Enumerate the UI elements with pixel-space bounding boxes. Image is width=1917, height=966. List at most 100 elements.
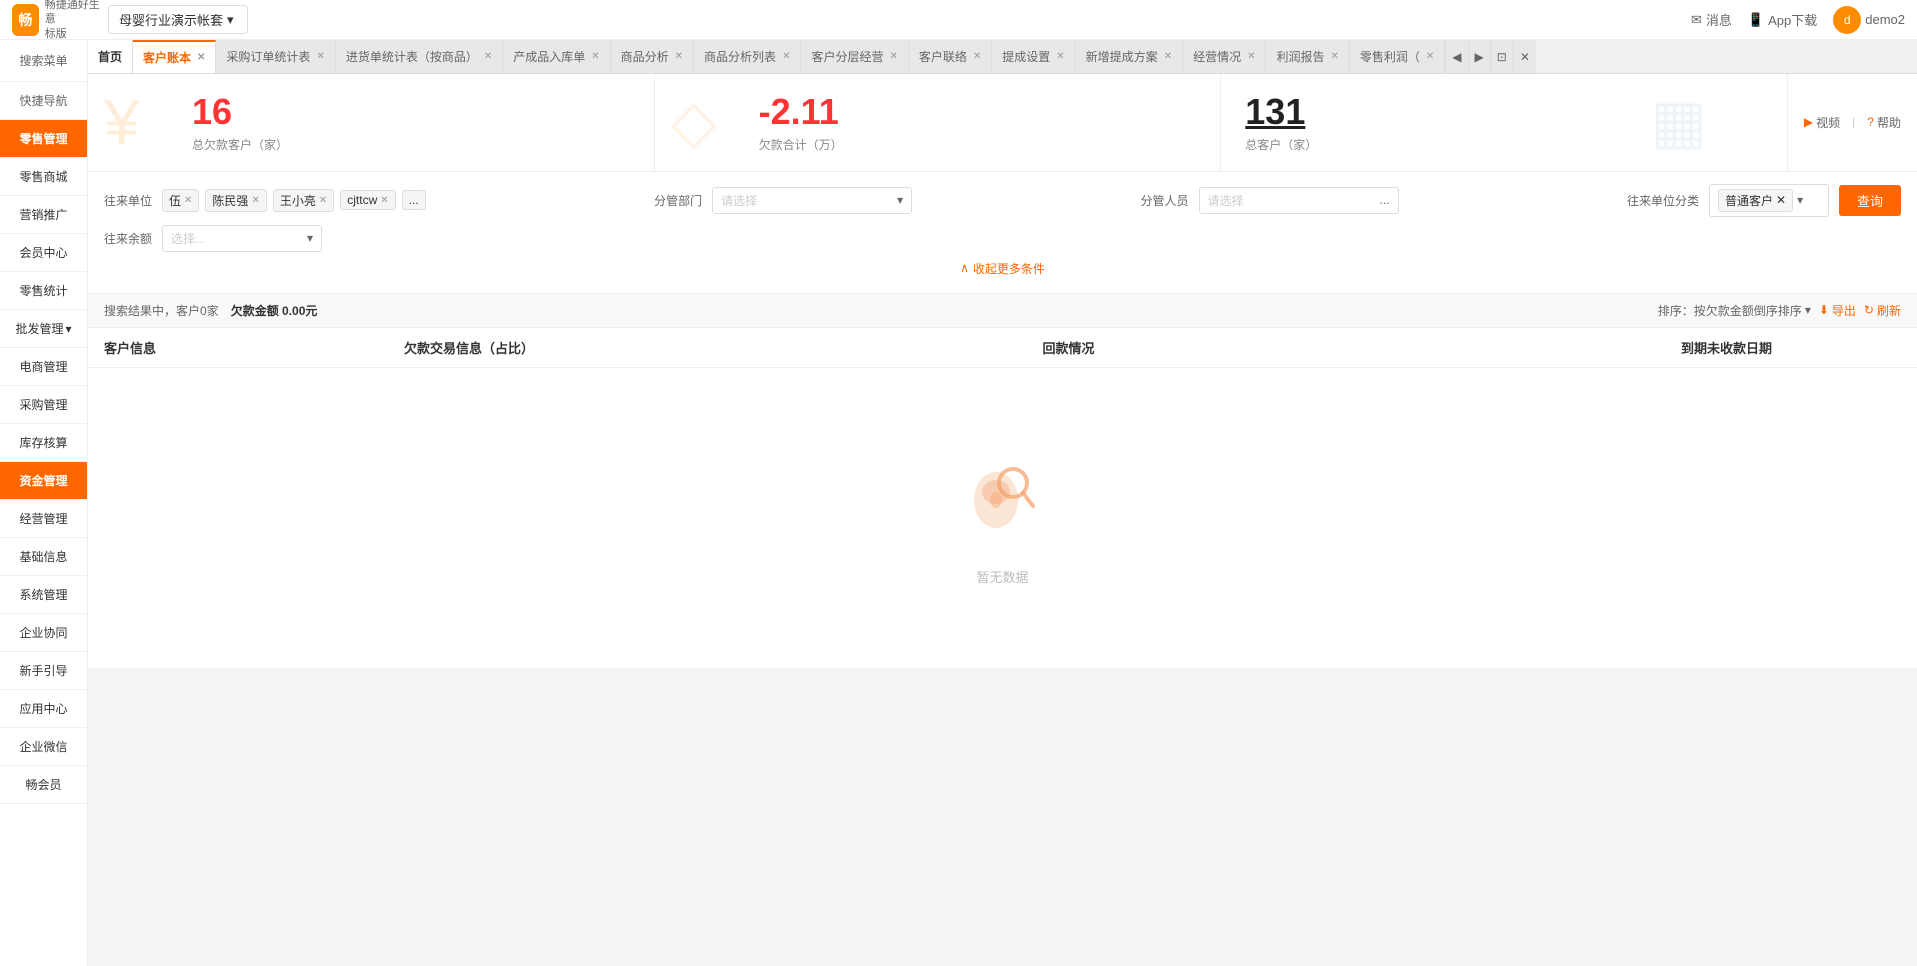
filter-dept-select[interactable]: 请选择 ▾ [712,187,912,214]
sidebar-item-system[interactable]: 系统管理 [0,576,87,614]
filter-tag-wu: 伍 ✕ [162,189,199,212]
remove-tag-cjttcw[interactable]: ✕ [380,195,388,206]
sidebar-item-enterprise[interactable]: 企业协同 [0,614,87,652]
tab-customer-contact[interactable]: 客户联络 ✕ [909,40,992,74]
collapse-icon: ∧ [960,261,969,275]
export-btn[interactable]: ⬇ 导出 [1819,302,1856,319]
tab-close-customer-ledger[interactable]: ✕ [197,52,205,63]
tab-goods-analysis-list[interactable]: 商品分析列表 ✕ [694,40,801,74]
sidebar-item-inventory[interactable]: 库存核算 [0,424,87,462]
tab-close-customer-layer[interactable]: ✕ [889,51,897,62]
tab-close-retail-profit[interactable]: ✕ [1426,51,1434,62]
sidebar-item-newbie[interactable]: 新手引导 [0,652,87,690]
help-icon: ? [1867,115,1874,129]
table-header-repayment: 回款情况 [1043,338,1682,357]
filter-tags-unit: 伍 ✕ 陈民强 ✕ 王小亮 ✕ [162,189,426,212]
empty-state: 暂无数据 [88,368,1917,666]
refresh-btn[interactable]: ↻ 刷新 [1864,302,1901,319]
arrow-icon: ▾ [65,322,71,336]
filter-balance-select[interactable]: 选择... ▾ [162,225,322,252]
stat-bg-icon-3: ▦ [1650,87,1707,157]
tab-goods-stats[interactable]: 进货单统计表（按商品） ✕ [336,40,503,74]
export-icon: ⬇ [1819,303,1829,317]
app-icon: 📱 [1748,12,1764,28]
stat-card-total: ▦ 131 总客户（家） [1221,74,1788,171]
sidebar-item-wechat[interactable]: 企业微信 [0,728,87,766]
tab-operation[interactable]: 经营情况 ✕ [1183,40,1266,74]
tab-close-new-commission[interactable]: ✕ [1164,51,1172,62]
collapse-btn[interactable]: ∧ 收起更多条件 [104,260,1901,277]
sidebar-item-retail-stats[interactable]: 零售统计 [0,272,87,310]
remove-tag-wu[interactable]: ✕ [184,195,192,206]
video-btn[interactable]: ▶ 视频 [1804,114,1840,131]
sort-select[interactable]: 排序：按欠款金额倒序排序 ▾ [1658,302,1811,319]
table-header-due-date: 到期未收款日期 [1681,338,1901,357]
tab-close-goods-analysis-list[interactable]: ✕ [782,51,790,62]
filter-person-select[interactable]: 请选择 ... [1199,187,1399,214]
tab-retail-profit[interactable]: 零售利润（ ✕ [1350,40,1445,74]
tab-close-purchase-stats[interactable]: ✕ [316,51,324,62]
tab-bar: 首页 客户账本 ✕ 采购订单统计表 ✕ 进货单统计表（按商品） ✕ 产成品入库单… [88,40,1917,74]
remove-tag-chen[interactable]: ✕ [251,195,259,206]
tab-close-goods-stats[interactable]: ✕ [484,51,492,62]
tab-close-product-inbound[interactable]: ✕ [591,51,599,62]
tab-commission-settings[interactable]: 提成设置 ✕ [992,40,1075,74]
remove-tag-wang[interactable]: ✕ [319,195,327,206]
help-btn[interactable]: ? 帮助 [1867,114,1901,131]
tab-new-commission[interactable]: 新增提成方案 ✕ [1076,40,1183,74]
message-btn[interactable]: ✉ 消息 [1691,10,1732,29]
category-tag-normal: 普通客户 ✕ [1718,189,1793,212]
tab-close-customer-contact[interactable]: ✕ [973,51,981,62]
tab-goods-analysis[interactable]: 商品分析 ✕ [611,40,694,74]
tab-product-inbound[interactable]: 产成品入库单 ✕ [503,40,610,74]
sidebar-item-retail[interactable]: 零售管理 [0,120,87,158]
sidebar-item-app-center[interactable]: 应用中心 [0,690,87,728]
store-selector[interactable]: 母婴行业演示帐套 ▾ [108,5,248,34]
sidebar-item-member[interactable]: 会员中心 [0,234,87,272]
tab-purchase-stats[interactable]: 采购订单统计表 ✕ [216,40,335,74]
tab-close-profit-report[interactable]: ✕ [1331,51,1339,62]
tab-customer-ledger[interactable]: 客户账本 ✕ [133,40,216,74]
tab-nav-left[interactable]: ◀ [1445,40,1467,74]
sidebar-item-ecommerce[interactable]: 电商管理 [0,348,87,386]
search-result-text: 搜索结果中，客户0家 [104,302,219,319]
sidebar-item-basic-info[interactable]: 基础信息 [0,538,87,576]
tab-close-commission-settings[interactable]: ✕ [1056,51,1064,62]
stats-row: ¥ 16 总欠款客户（家） ◇ -2.11 欠款合计（万） [88,74,1917,172]
sidebar-item-operation[interactable]: 经营管理 [0,500,87,538]
stat-label-amount: 欠款合计（万） [759,136,843,153]
stat-label-customers: 总欠款客户（家） [192,136,288,153]
app-download-btn[interactable]: 📱 App下载 [1748,10,1817,29]
filter-row-1: 往来单位 伍 ✕ 陈民强 ✕ 王小亮 [104,184,1901,217]
dropdown-icon: ▾ [227,12,234,28]
tab-close-operation[interactable]: ✕ [1247,51,1255,62]
page-content: ¥ 16 总欠款客户（家） ◇ -2.11 欠款合计（万） [88,74,1917,966]
tab-close-all[interactable]: ✕ [1513,40,1536,74]
sidebar-item-wholesale[interactable]: 批发管理 ▾ [0,310,87,348]
tab-home[interactable]: 首页 [88,40,133,74]
query-btn[interactable]: 查询 [1839,185,1901,216]
refresh-icon: ↻ [1864,303,1874,317]
tab-close-goods-analysis[interactable]: ✕ [675,51,683,62]
avatar: d [1833,6,1861,34]
sidebar-item-marketing[interactable]: 营销推广 [0,196,87,234]
table-header: 客户信息 欠款交易信息（占比） 回款情况 到期未收款日期 [88,328,1917,368]
user-avatar-area[interactable]: d demo2 [1833,6,1905,34]
sidebar-item-purchase[interactable]: 采购管理 [0,386,87,424]
sidebar-item-vip[interactable]: 畅会员 [0,766,87,804]
tab-nav-expand[interactable]: ⊡ [1490,40,1513,74]
filter-area: 往来单位 伍 ✕ 陈民强 ✕ 王小亮 [88,172,1917,294]
sidebar-item-finance[interactable]: 资金管理 [0,462,87,500]
filter-tag-cjttcw: cjttcw ✕ [340,190,395,210]
tab-nav-right[interactable]: ▶ [1468,40,1490,74]
sidebar-nav[interactable]: 快捷导航 [0,82,87,120]
tab-customer-layer[interactable]: 客户分层经营 ✕ [801,40,908,74]
message-icon: ✉ [1691,12,1702,28]
filter-tags-more[interactable]: ... [402,190,426,210]
remove-category-normal[interactable]: ✕ [1776,193,1786,207]
filter-category-select[interactable]: 普通客户 ✕ ▾ [1709,184,1829,217]
sidebar-item-mall[interactable]: 零售商城 [0,158,87,196]
data-table: 客户信息 欠款交易信息（占比） 回款情况 到期未收款日期 [88,328,1917,668]
sidebar-search[interactable]: 搜索菜单 [0,40,87,82]
tab-profit-report[interactable]: 利润报告 ✕ [1266,40,1349,74]
